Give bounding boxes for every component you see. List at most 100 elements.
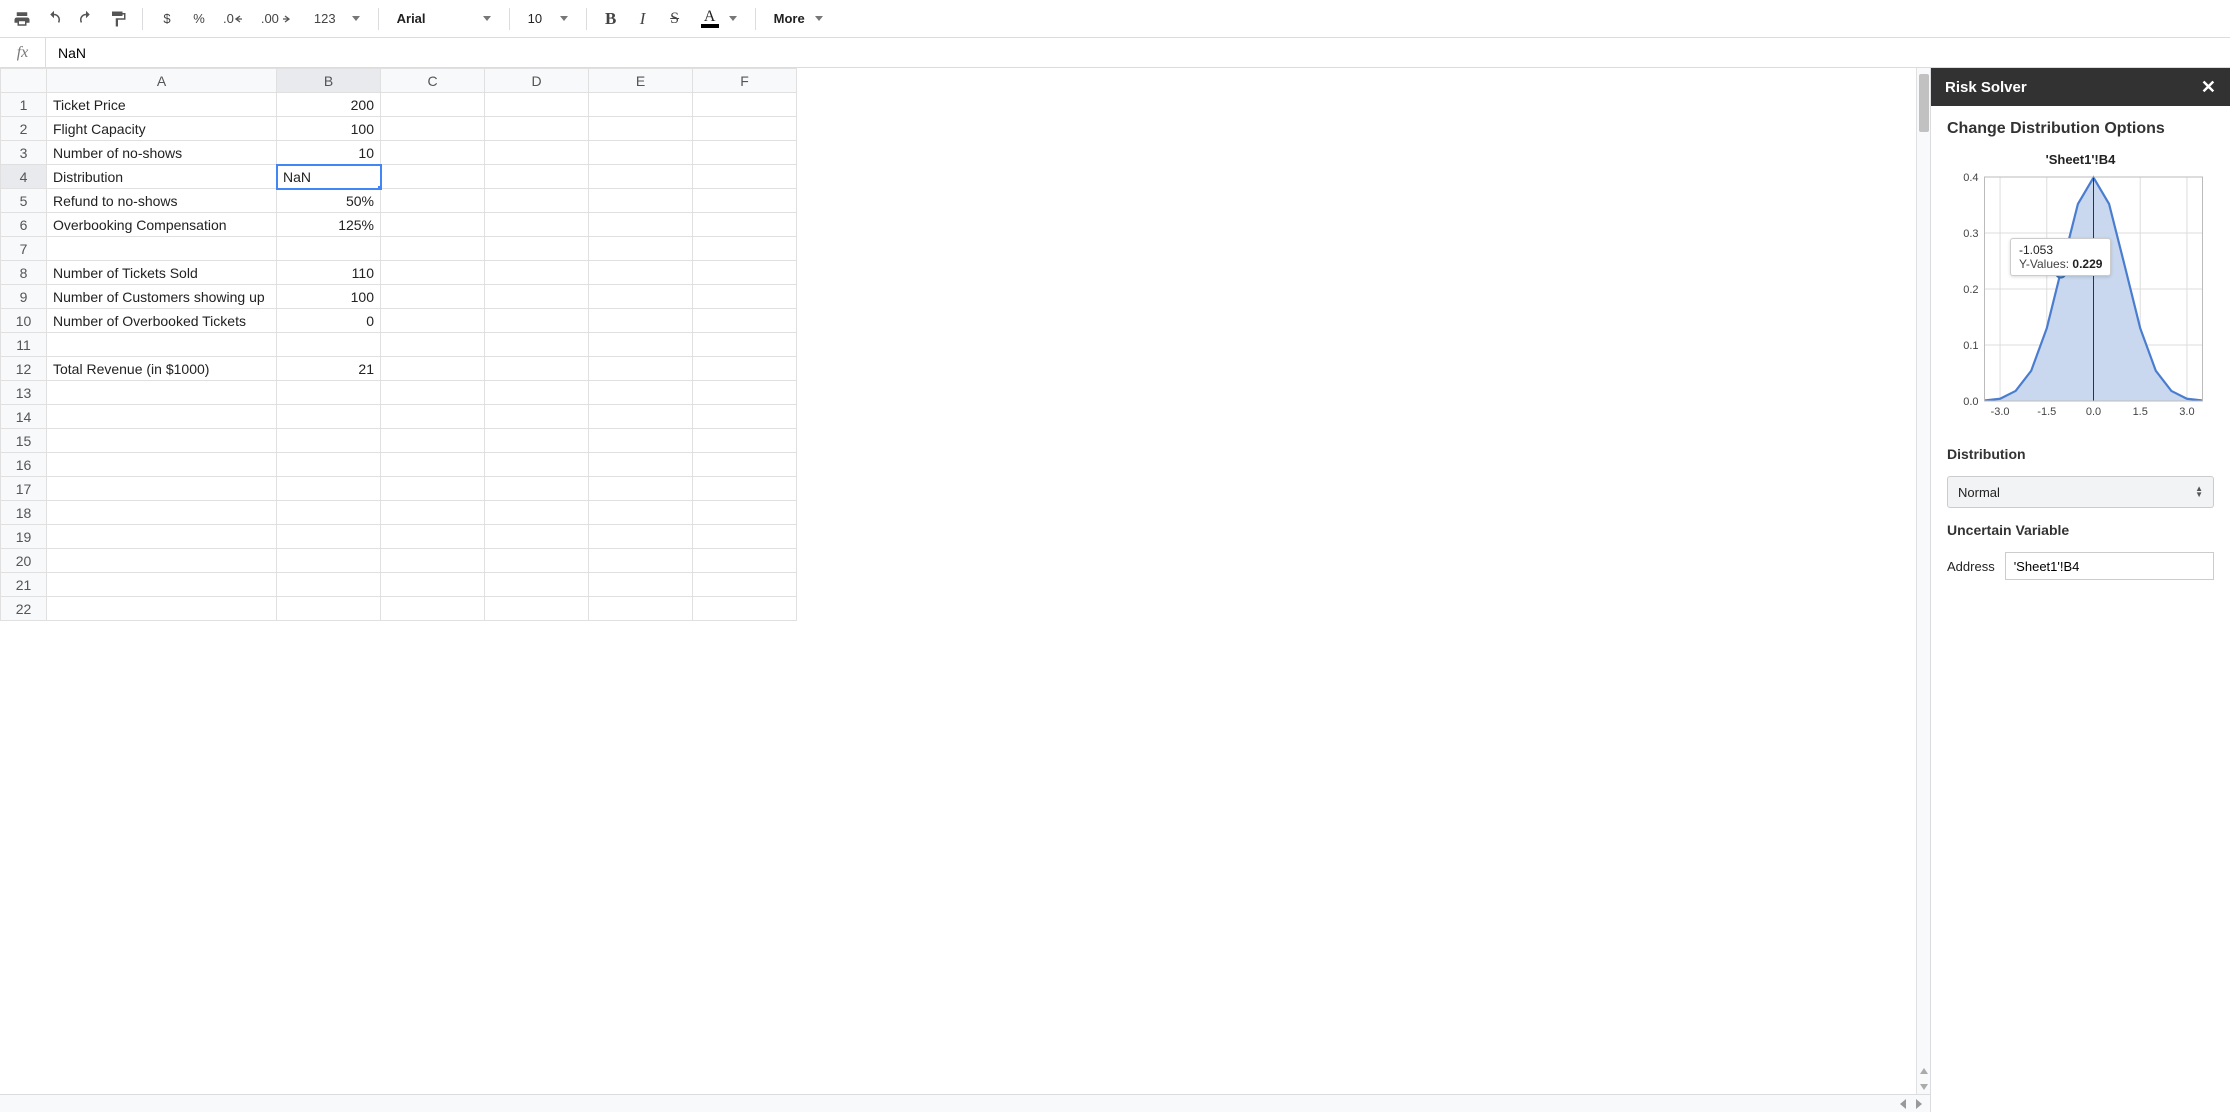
- cell-D16[interactable]: [485, 453, 589, 477]
- cell-D1[interactable]: [485, 93, 589, 117]
- column-header-F[interactable]: F: [693, 69, 797, 93]
- cell-E13[interactable]: [589, 381, 693, 405]
- cell-F17[interactable]: [693, 477, 797, 501]
- cell-A17[interactable]: [47, 477, 277, 501]
- number-format-dropdown[interactable]: 123: [300, 5, 368, 33]
- select-all-corner[interactable]: [1, 69, 47, 93]
- cell-C19[interactable]: [381, 525, 485, 549]
- sheet-nav-left-icon[interactable]: [1900, 1099, 1906, 1109]
- cell-E7[interactable]: [589, 237, 693, 261]
- cell-B12[interactable]: 21: [277, 357, 381, 381]
- sheet-nav-right-icon[interactable]: [1916, 1099, 1922, 1109]
- cell-D19[interactable]: [485, 525, 589, 549]
- cell-F20[interactable]: [693, 549, 797, 573]
- cell-B8[interactable]: 110: [277, 261, 381, 285]
- cell-C17[interactable]: [381, 477, 485, 501]
- cell-E4[interactable]: [589, 165, 693, 189]
- cell-B4[interactable]: NaN: [277, 165, 381, 189]
- cell-B15[interactable]: [277, 429, 381, 453]
- cell-E10[interactable]: [589, 309, 693, 333]
- row-header-5[interactable]: 5: [1, 189, 47, 213]
- cell-C2[interactable]: [381, 117, 485, 141]
- row-header-18[interactable]: 18: [1, 501, 47, 525]
- cell-A2[interactable]: Flight Capacity: [47, 117, 277, 141]
- cell-B5[interactable]: 50%: [277, 189, 381, 213]
- row-header-20[interactable]: 20: [1, 549, 47, 573]
- row-header-6[interactable]: 6: [1, 213, 47, 237]
- cell-D2[interactable]: [485, 117, 589, 141]
- increase-decimals-button[interactable]: .00: [255, 5, 296, 33]
- cell-B1[interactable]: 200: [277, 93, 381, 117]
- cell-E22[interactable]: [589, 597, 693, 621]
- cell-B11[interactable]: [277, 333, 381, 357]
- redo-icon[interactable]: [72, 5, 100, 33]
- cell-E17[interactable]: [589, 477, 693, 501]
- cell-F2[interactable]: [693, 117, 797, 141]
- cell-C1[interactable]: [381, 93, 485, 117]
- cell-A1[interactable]: Ticket Price: [47, 93, 277, 117]
- cell-F12[interactable]: [693, 357, 797, 381]
- cell-D6[interactable]: [485, 213, 589, 237]
- cell-B9[interactable]: 100: [277, 285, 381, 309]
- selection-handle[interactable]: [377, 185, 381, 189]
- cell-B16[interactable]: [277, 453, 381, 477]
- cell-C15[interactable]: [381, 429, 485, 453]
- cell-C21[interactable]: [381, 573, 485, 597]
- cell-B17[interactable]: [277, 477, 381, 501]
- cell-D12[interactable]: [485, 357, 589, 381]
- cell-A13[interactable]: [47, 381, 277, 405]
- column-header-C[interactable]: C: [381, 69, 485, 93]
- cell-D3[interactable]: [485, 141, 589, 165]
- cell-E3[interactable]: [589, 141, 693, 165]
- cell-A15[interactable]: [47, 429, 277, 453]
- cell-F5[interactable]: [693, 189, 797, 213]
- cell-E21[interactable]: [589, 573, 693, 597]
- font-size-dropdown[interactable]: 10: [520, 5, 576, 33]
- row-header-1[interactable]: 1: [1, 93, 47, 117]
- cell-C9[interactable]: [381, 285, 485, 309]
- cell-E18[interactable]: [589, 501, 693, 525]
- row-header-7[interactable]: 7: [1, 237, 47, 261]
- cell-F11[interactable]: [693, 333, 797, 357]
- scroll-up-icon[interactable]: [1920, 1068, 1928, 1074]
- cell-C22[interactable]: [381, 597, 485, 621]
- cell-C10[interactable]: [381, 309, 485, 333]
- cell-D11[interactable]: [485, 333, 589, 357]
- cell-D13[interactable]: [485, 381, 589, 405]
- cell-A11[interactable]: [47, 333, 277, 357]
- row-header-22[interactable]: 22: [1, 597, 47, 621]
- row-header-14[interactable]: 14: [1, 405, 47, 429]
- cell-C12[interactable]: [381, 357, 485, 381]
- cell-E15[interactable]: [589, 429, 693, 453]
- cell-A9[interactable]: Number of Customers showing up: [47, 285, 277, 309]
- cell-B10[interactable]: 0: [277, 309, 381, 333]
- cell-B7[interactable]: [277, 237, 381, 261]
- cell-B2[interactable]: 100: [277, 117, 381, 141]
- cell-F21[interactable]: [693, 573, 797, 597]
- cell-C16[interactable]: [381, 453, 485, 477]
- cell-E2[interactable]: [589, 117, 693, 141]
- column-header-E[interactable]: E: [589, 69, 693, 93]
- cell-D21[interactable]: [485, 573, 589, 597]
- cell-F22[interactable]: [693, 597, 797, 621]
- cell-F14[interactable]: [693, 405, 797, 429]
- cell-A5[interactable]: Refund to no-shows: [47, 189, 277, 213]
- cell-B18[interactable]: [277, 501, 381, 525]
- row-header-4[interactable]: 4: [1, 165, 47, 189]
- row-header-9[interactable]: 9: [1, 285, 47, 309]
- row-header-11[interactable]: 11: [1, 333, 47, 357]
- row-header-21[interactable]: 21: [1, 573, 47, 597]
- cell-B19[interactable]: [277, 525, 381, 549]
- scroll-down-icon[interactable]: [1920, 1084, 1928, 1090]
- cell-D18[interactable]: [485, 501, 589, 525]
- row-header-10[interactable]: 10: [1, 309, 47, 333]
- vertical-scrollbar[interactable]: [1916, 68, 1930, 1094]
- cell-A20[interactable]: [47, 549, 277, 573]
- row-header-13[interactable]: 13: [1, 381, 47, 405]
- cell-C20[interactable]: [381, 549, 485, 573]
- undo-icon[interactable]: [40, 5, 68, 33]
- font-family-dropdown[interactable]: Arial: [389, 5, 499, 33]
- cell-D8[interactable]: [485, 261, 589, 285]
- strikethrough-button[interactable]: S: [661, 5, 689, 33]
- currency-button[interactable]: $: [153, 5, 181, 33]
